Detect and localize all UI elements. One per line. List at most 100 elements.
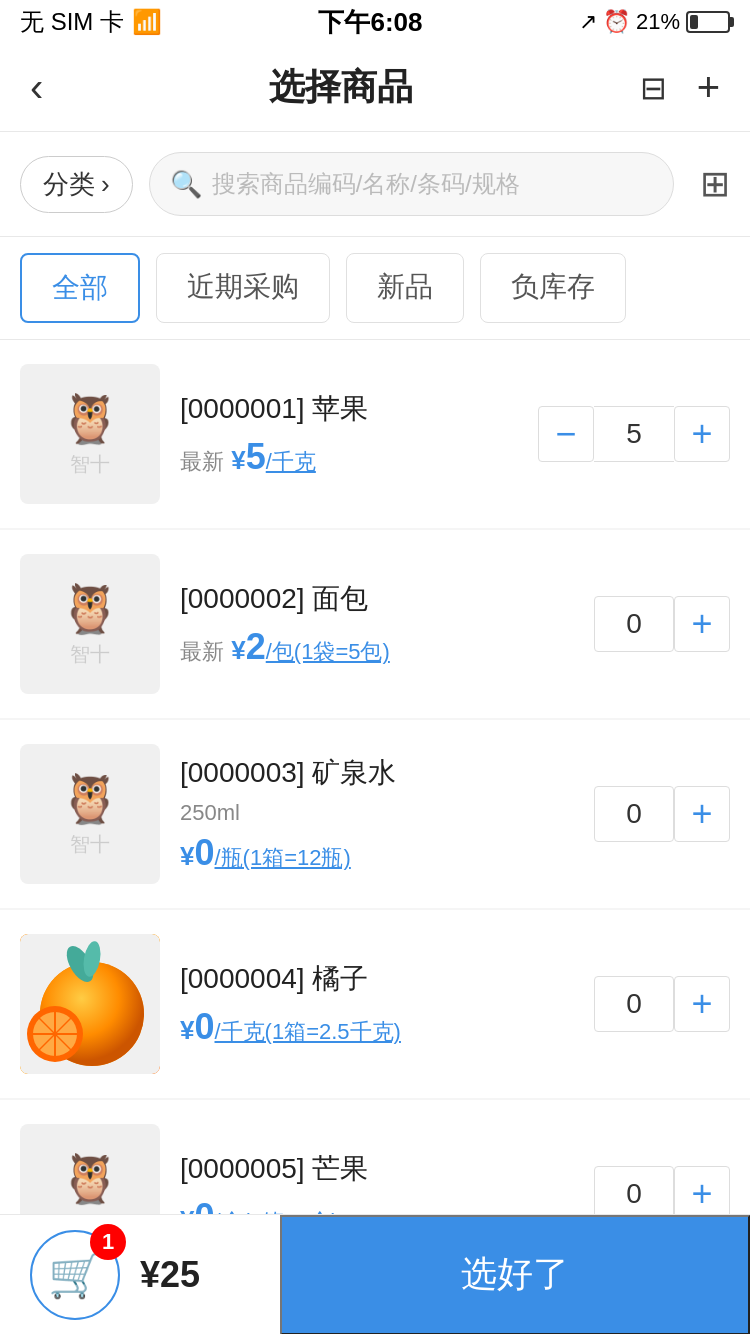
product-image: 🦉 智十 — [20, 364, 160, 504]
product-title: 橘子 — [312, 963, 368, 994]
product-title: 面包 — [312, 583, 368, 614]
bottom-bar: 🛒 1 ¥25 选好了 — [0, 1214, 750, 1334]
increase-button[interactable]: + — [674, 786, 730, 842]
cart-total: ¥25 — [140, 1254, 200, 1296]
product-price: ¥0/瓶(1箱=12瓶) — [180, 832, 574, 874]
price-unit: /千克(1箱=2.5千克) — [215, 1019, 401, 1044]
product-name: [0000005] 芒果 — [180, 1150, 574, 1188]
quantity-control: + — [594, 786, 730, 842]
price-currency: ¥ — [231, 635, 245, 665]
product-image: 🦉 智十 — [20, 554, 160, 694]
product-name: [0000003] 矿泉水 — [180, 754, 574, 792]
status-right: ↗ ⏰ 21% — [579, 9, 730, 35]
product-price: ¥0/千克(1箱=2.5千克) — [180, 1006, 574, 1048]
price-unit: /千克 — [266, 449, 316, 474]
product-id: [0000001] — [180, 393, 305, 424]
price-currency: ¥ — [231, 445, 245, 475]
increase-button[interactable]: + — [674, 406, 730, 462]
tab-bar: 全部 近期采购 新品 负库存 — [0, 237, 750, 340]
price-unit: /包(1袋=5包) — [266, 639, 390, 664]
tab-new[interactable]: 新品 — [346, 253, 464, 323]
product-id: [0000002] — [180, 583, 305, 614]
page-title: 选择商品 — [269, 63, 413, 112]
location-icon: ↗ — [579, 9, 597, 35]
product-name: [0000004] 橘子 — [180, 960, 574, 998]
product-info: [0000004] 橘子 ¥0/千克(1箱=2.5千克) — [180, 960, 574, 1048]
placeholder-text: 智十 — [70, 831, 110, 858]
increase-button[interactable]: + — [674, 976, 730, 1032]
category-chevron-icon: › — [101, 169, 110, 200]
product-title: 芒果 — [312, 1153, 368, 1184]
product-info: [0000003] 矿泉水 250ml ¥0/瓶(1箱=12瓶) — [180, 754, 574, 874]
back-button[interactable]: ‹ — [30, 65, 43, 110]
price-value: 2 — [246, 626, 266, 667]
product-image: 🦉 智十 — [20, 744, 160, 884]
price-currency: ¥ — [180, 841, 194, 871]
cart-button[interactable]: 🛒 1 — [30, 1230, 120, 1320]
quantity-control: + — [594, 976, 730, 1032]
product-title: 矿泉水 — [312, 757, 396, 788]
price-currency: ¥ — [180, 1015, 194, 1045]
alarm-icon: ⏰ — [603, 9, 630, 35]
category-button[interactable]: 分类 › — [20, 156, 133, 213]
product-info: [0000001] 苹果 最新 ¥5/千克 — [180, 390, 518, 478]
search-icon: 🔍 — [170, 169, 202, 200]
product-name: [0000001] 苹果 — [180, 390, 518, 428]
nav-bar: ‹ 选择商品 ⊟ + — [0, 44, 750, 132]
placeholder-text: 智十 — [70, 451, 110, 478]
placeholder-icon: 🦉 — [60, 771, 120, 827]
carrier-text: 无 SIM 卡 — [20, 6, 124, 38]
quantity-input[interactable] — [594, 976, 674, 1032]
price-unit: /瓶(1箱=12瓶) — [215, 845, 351, 870]
status-bar: 无 SIM 卡 📶 下午6:08 ↗ ⏰ 21% — [0, 0, 750, 44]
filter-button[interactable]: ⊟ — [640, 69, 667, 107]
list-item: 🦉 智十 [0000002] 面包 最新 ¥2/包(1袋=5包) + — [0, 530, 750, 718]
increase-button[interactable]: + — [674, 596, 730, 652]
product-image — [20, 934, 160, 1074]
cart-icon: 🛒 — [48, 1249, 103, 1301]
battery-text: 21% — [636, 9, 680, 35]
price-value: 0 — [194, 832, 214, 873]
cart-badge: 1 — [90, 1224, 126, 1260]
search-placeholder: 搜索商品编码/名称/条码/规格 — [212, 168, 520, 200]
placeholder-icon: 🦉 — [60, 1151, 120, 1207]
status-carrier: 无 SIM 卡 📶 — [20, 6, 162, 38]
tab-negative[interactable]: 负库存 — [480, 253, 626, 323]
list-item: 🦉 智十 [0000001] 苹果 最新 ¥5/千克 − + — [0, 340, 750, 528]
filter-bar: 分类 › 🔍 搜索商品编码/名称/条码/规格 ⊞ — [0, 132, 750, 237]
tab-all[interactable]: 全部 — [20, 253, 140, 323]
product-id: [0000004] — [180, 963, 305, 994]
category-label: 分类 — [43, 167, 95, 202]
product-price: 最新 ¥2/包(1袋=5包) — [180, 626, 574, 668]
price-label: 最新 — [180, 639, 224, 664]
product-price: 最新 ¥5/千克 — [180, 436, 518, 478]
quantity-input[interactable] — [594, 596, 674, 652]
product-id: [0000003] — [180, 757, 305, 788]
nav-actions: ⊟ + — [640, 65, 720, 110]
list-item: 🦉 智十 [0000003] 矿泉水 250ml ¥0/瓶(1箱=12瓶) + — [0, 720, 750, 908]
product-list: 🦉 智十 [0000001] 苹果 最新 ¥5/千克 − + 🦉 智十 — [0, 340, 750, 1334]
decrease-button[interactable]: − — [538, 406, 594, 462]
price-value: 5 — [246, 436, 266, 477]
price-value: 0 — [194, 1006, 214, 1047]
confirm-button[interactable]: 选好了 — [280, 1215, 750, 1335]
placeholder-icon: 🦉 — [60, 581, 120, 637]
add-button[interactable]: + — [697, 65, 720, 110]
product-name: [0000002] 面包 — [180, 580, 574, 618]
product-info: [0000002] 面包 最新 ¥2/包(1袋=5包) — [180, 580, 574, 668]
tab-recent[interactable]: 近期采购 — [156, 253, 330, 323]
product-title: 苹果 — [312, 393, 368, 424]
placeholder-text: 智十 — [70, 641, 110, 668]
quantity-input[interactable] — [594, 406, 674, 462]
placeholder-icon: 🦉 — [60, 391, 120, 447]
quantity-control: − + — [538, 406, 730, 462]
scan-button[interactable]: ⊞ — [700, 163, 730, 205]
search-box[interactable]: 🔍 搜索商品编码/名称/条码/规格 — [149, 152, 674, 216]
status-time: 下午6:08 — [318, 5, 422, 40]
price-label: 最新 — [180, 449, 224, 474]
product-spec: 250ml — [180, 800, 574, 826]
cart-area: 🛒 1 ¥25 — [0, 1230, 280, 1320]
battery-icon — [686, 11, 730, 33]
wifi-icon: 📶 — [132, 8, 162, 36]
quantity-input[interactable] — [594, 786, 674, 842]
